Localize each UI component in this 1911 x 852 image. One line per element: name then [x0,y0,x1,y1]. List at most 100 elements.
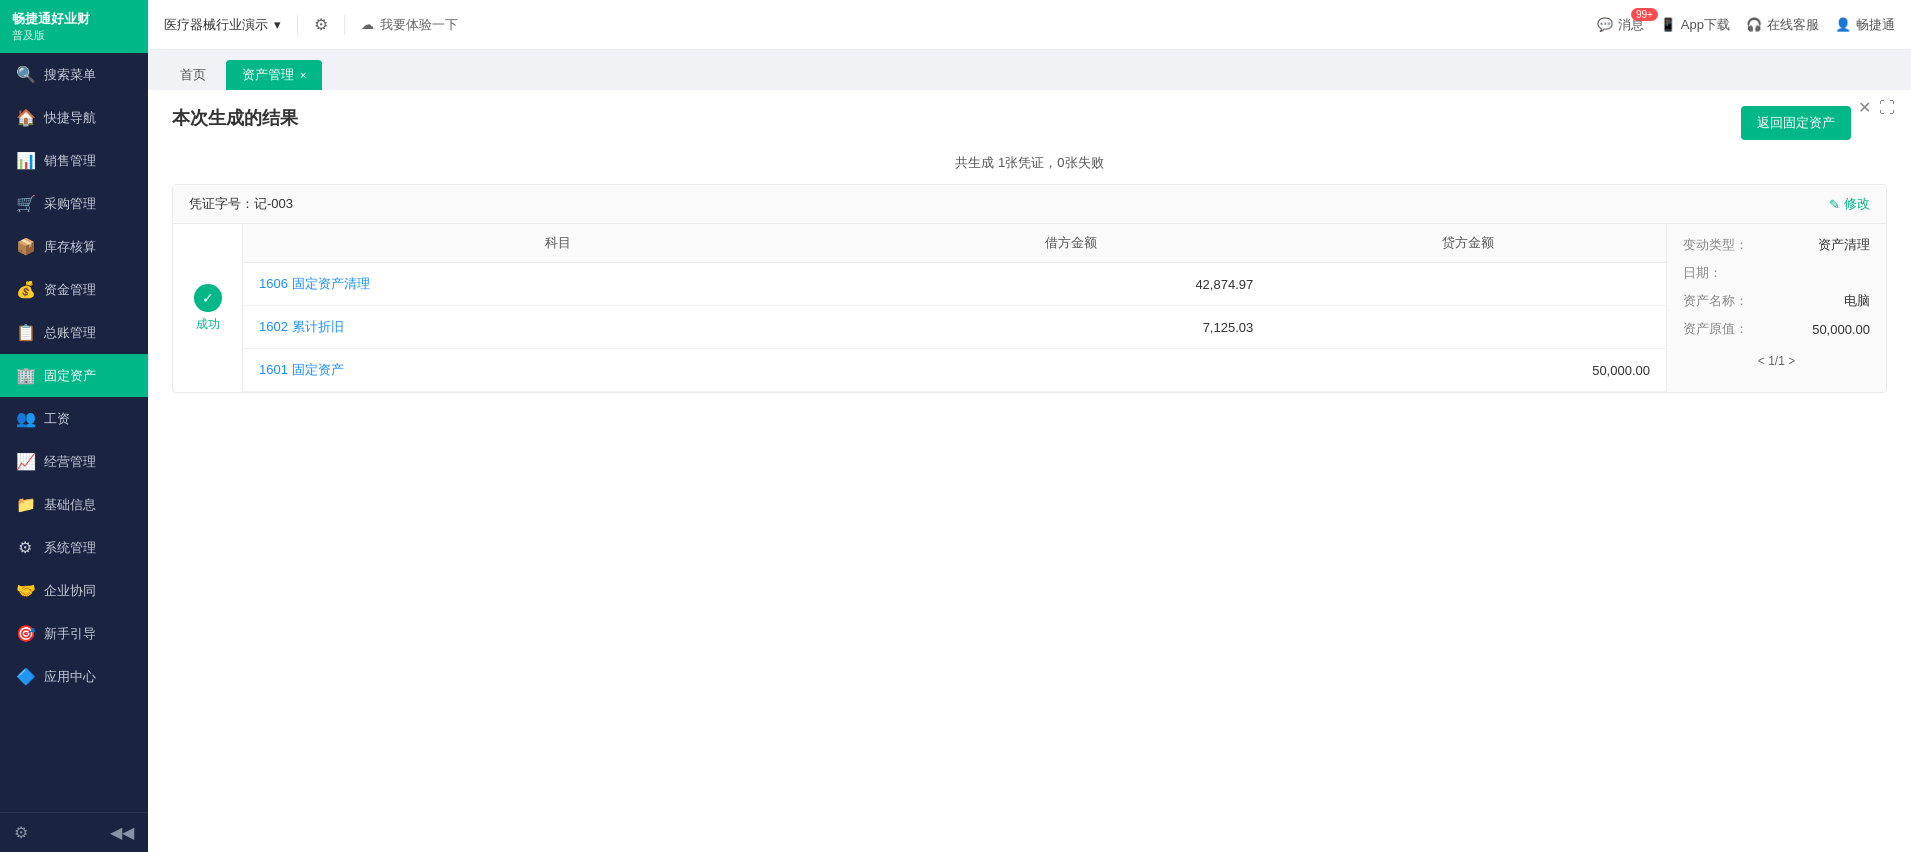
collapse-icon[interactable]: ◀◀ [110,823,134,842]
nav-label-2: 销售管理 [44,152,96,170]
edit-icon: ✎ [1829,197,1840,212]
user-icon: 👤 [1835,17,1851,32]
cell-debit-0: 42,874.97 [872,263,1269,306]
original-value-row: 资产原值： 50,000.00 [1683,320,1870,338]
nav-icon-14: 🔷 [16,667,34,686]
sidebar-item-应用中心[interactable]: 🔷 应用中心 [0,655,148,698]
sidebar-item-采购管理[interactable]: 🛒 采购管理 [0,182,148,225]
company-name: 医疗器械行业演示 [164,16,268,34]
sidebar-item-快捷导航[interactable]: 🏠快捷导航 [0,96,148,139]
download-icon: 📱 [1660,17,1676,32]
change-type-value: 资产清理 [1818,236,1870,254]
edit-button[interactable]: ✎ 修改 [1829,195,1870,213]
nav-icon-1: 🏠 [16,108,34,127]
nav-icon-11: ⚙ [16,538,34,557]
message-badge: 99+ [1631,8,1658,21]
nav-label-12: 企业协同 [44,582,96,600]
nav-icon-13: 🎯 [16,624,34,643]
online-service-button[interactable]: 🎧 在线客服 [1746,16,1819,34]
date-label: 日期： [1683,264,1722,282]
nav-icon-7: 🏢 [16,366,34,385]
expand-panel-icon[interactable]: ⛶ [1879,99,1895,117]
sidebar-item-企业协同[interactable]: 🤝企业协同 [0,569,148,612]
topbar-right: 💬 消息 99+ 📱 App下载 🎧 在线客服 👤 畅捷通 [1597,16,1895,34]
topbar: 医疗器械行业演示 ▾ ⚙ ☁ 我要体验一下 💬 消息 99+ 📱 App下载 🎧… [148,0,1911,50]
sidebar-footer: ⚙ ◀◀ [0,812,148,852]
asset-name-value: 电脑 [1844,292,1870,310]
tab-close-icon[interactable]: × [300,69,306,81]
nav-label-9: 经营管理 [44,453,96,471]
next-page-icon[interactable]: > [1788,354,1795,368]
cell-credit-2: 50,000.00 [1269,349,1666,392]
success-status-cell: ✓ 成功 [173,224,243,392]
chevron-down-icon: ▾ [274,17,281,32]
message-button[interactable]: 💬 消息 99+ [1597,16,1644,34]
app-download-label: App下载 [1681,16,1730,34]
nav-icon-8: 👥 [16,409,34,428]
sidebar-logo: 畅捷通好业财 普及版 [0,0,148,53]
sidebar: 畅捷通好业财 普及版 🔍搜索菜单🏠快捷导航📊销售管理 🛒 采购管理 📦 库存核算 💰 资金管… [0,0,148,852]
sidebar-item-工资[interactable]: 👥 工资 [0,397,148,440]
asset-name-label: 资产名称： [1683,292,1748,310]
cell-credit-0 [1269,263,1666,306]
sidebar-item-经营管理[interactable]: 📈经营管理 [0,440,148,483]
settings-button[interactable]: ⚙ [314,15,328,34]
original-value-label: 资产原值： [1683,320,1748,338]
nav-label-5: 资金管理 [44,281,96,299]
tab-asset-label: 资产管理 [242,66,294,84]
cell-subject-2: 1601 固定资产 [243,349,872,392]
sidebar-item-系统管理[interactable]: ⚙ 系统管理 [0,526,148,569]
experience-button[interactable]: ☁ 我要体验一下 [361,16,458,34]
nav-label-8: 工资 [44,410,70,428]
edit-label: 修改 [1844,195,1870,213]
nav-label-11: 系统管理 [44,539,96,557]
tabbar: 首页 资产管理 × [148,50,1911,90]
experience-label: 我要体验一下 [380,16,458,34]
tab-asset-management[interactable]: 资产管理 × [226,60,322,90]
user-label: 畅捷通 [1856,16,1895,34]
summary-bar: 共生成 1张凭证，0张失败 [148,142,1911,184]
sidebar-item-总账管理[interactable]: 📋 总账管理 [0,311,148,354]
prev-page-icon[interactable]: < [1758,354,1765,368]
nav-label-7: 固定资产 [44,367,96,385]
table-row: 1601 固定资产 50,000.00 [243,349,1666,392]
cell-subject-1: 1602 累计折旧 [243,306,872,349]
app-edition: 普及版 [12,28,90,43]
sidebar-item-资金管理[interactable]: 💰 资金管理 [0,268,148,311]
voucher-code: 凭证字号：记-003 [189,195,293,213]
app-name: 畅捷通好业财 [12,10,90,28]
sidebar-item-固定资产[interactable]: 🏢 固定资产 [0,354,148,397]
nav-icon-4: 📦 [16,237,34,256]
return-button[interactable]: 返回固定资产 [1741,106,1851,140]
nav-label-3: 采购管理 [44,195,96,213]
table-row: 1606 固定资产清理 42,874.97 [243,263,1666,306]
sidebar-item-库存核算[interactable]: 📦 库存核算 [0,225,148,268]
change-type-row: 变动类型： 资产清理 [1683,236,1870,254]
change-type-label: 变动类型： [1683,236,1748,254]
sidebar-item-销售管理[interactable]: 📊销售管理 [0,139,148,182]
success-check-icon: ✓ [194,284,222,312]
nav-icon-5: 💰 [16,280,34,299]
cell-debit-2 [872,349,1269,392]
tab-home[interactable]: 首页 [164,60,222,90]
sidebar-item-基础信息[interactable]: 📁基础信息 [0,483,148,526]
settings-icon[interactable]: ⚙ [14,823,28,842]
nav-icon-6: 📋 [16,323,34,342]
app-download-button[interactable]: 📱 App下载 [1660,16,1730,34]
sidebar-item-搜索菜单[interactable]: 🔍搜索菜单 [0,53,148,96]
cell-debit-1: 7,125.03 [872,306,1269,349]
nav-icon-3: 🛒 [16,194,34,213]
nav-label-6: 总账管理 [44,324,96,342]
sidebar-nav: 🔍搜索菜单🏠快捷导航📊销售管理 🛒 采购管理 📦 库存核算 💰 资金管理 📋 总账管理 🏢 固定资产… [0,53,148,812]
col-debit: 借方金额 [872,224,1269,263]
nav-label-14: 应用中心 [44,668,96,686]
close-panel-icon[interactable]: ✕ [1858,98,1871,117]
main-area: 医疗器械行业演示 ▾ ⚙ ☁ 我要体验一下 💬 消息 99+ 📱 App下载 🎧… [148,0,1911,852]
company-selector[interactable]: 医疗器械行业演示 ▾ [164,16,281,34]
online-service-label: 在线客服 [1767,16,1819,34]
cell-subject-0: 1606 固定资产清理 [243,263,872,306]
nav-label-4: 库存核算 [44,238,96,256]
sidebar-item-新手引导[interactable]: 🎯新手引导 [0,612,148,655]
topbar-divider-2 [344,15,345,35]
user-menu[interactable]: 👤 畅捷通 [1835,16,1895,34]
